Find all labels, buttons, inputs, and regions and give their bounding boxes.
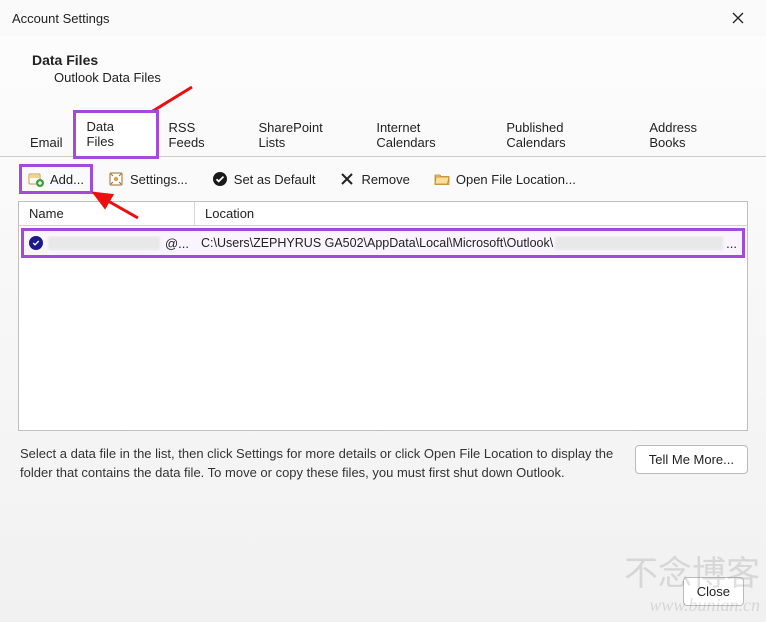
name-suffix: @...	[165, 236, 189, 251]
tabstrip: Email Data Files RSS Feeds SharePoint Li…	[0, 91, 766, 157]
tell-me-more-button[interactable]: Tell Me More...	[635, 445, 748, 474]
footer: Select a data file in the list, then cli…	[0, 431, 766, 483]
remove-button[interactable]: Remove	[333, 167, 415, 191]
settings-button[interactable]: Settings...	[102, 167, 194, 191]
toolbar: Add... Settings... Set as Default Remove…	[0, 157, 766, 201]
close-button[interactable]: Close	[683, 577, 744, 606]
table-row[interactable]: @... C:\Users\ZEPHYRUS GA502\AppData\Loc…	[23, 230, 743, 256]
location-text: C:\Users\ZEPHYRUS GA502\AppData\Local\Mi…	[201, 236, 553, 250]
add-label: Add...	[50, 172, 84, 187]
tab-sharepoint-lists[interactable]: SharePoint Lists	[246, 113, 364, 157]
folder-open-icon	[434, 171, 450, 187]
close-icon[interactable]	[722, 4, 754, 32]
tab-rss-feeds[interactable]: RSS Feeds	[157, 113, 247, 157]
tab-data-files[interactable]: Data Files	[75, 112, 157, 157]
list-header: Name Location	[19, 202, 747, 226]
footer-text: Select a data file in the list, then cli…	[20, 445, 621, 483]
data-file-list: Name Location @... C:\Users\ZEPHYRUS GA5…	[18, 201, 748, 431]
add-button[interactable]: Add...	[22, 167, 90, 191]
titlebar: Account Settings	[0, 0, 766, 36]
add-data-file-icon	[28, 171, 44, 187]
location-ellipsis: ...	[723, 236, 737, 251]
settings-label: Settings...	[130, 172, 188, 187]
set-default-label: Set as Default	[234, 172, 316, 187]
header-title: Data Files	[32, 52, 746, 68]
tab-published-calendars[interactable]: Published Calendars	[494, 113, 637, 157]
tab-address-books[interactable]: Address Books	[637, 113, 748, 157]
tab-internet-calendars[interactable]: Internet Calendars	[364, 113, 494, 157]
column-name[interactable]: Name	[19, 202, 195, 225]
default-check-icon	[29, 236, 43, 250]
open-location-button[interactable]: Open File Location...	[428, 167, 582, 191]
redacted-location-tail	[555, 236, 723, 250]
header-subtitle: Outlook Data Files	[32, 70, 746, 85]
tab-email[interactable]: Email	[18, 128, 75, 157]
settings-icon	[108, 171, 124, 187]
remove-label: Remove	[361, 172, 409, 187]
redacted-name	[48, 236, 160, 250]
row-location-cell: C:\Users\ZEPHYRUS GA502\AppData\Local\Mi…	[195, 236, 743, 251]
open-location-label: Open File Location...	[456, 172, 576, 187]
window-title: Account Settings	[12, 11, 722, 26]
column-location[interactable]: Location	[195, 202, 747, 225]
set-default-button[interactable]: Set as Default	[206, 167, 322, 191]
row-name-cell: @...	[23, 236, 195, 251]
check-circle-icon	[212, 171, 228, 187]
header: Data Files Outlook Data Files	[0, 36, 766, 91]
remove-icon	[339, 171, 355, 187]
window: Account Settings Data Files Outlook Data…	[0, 0, 766, 622]
